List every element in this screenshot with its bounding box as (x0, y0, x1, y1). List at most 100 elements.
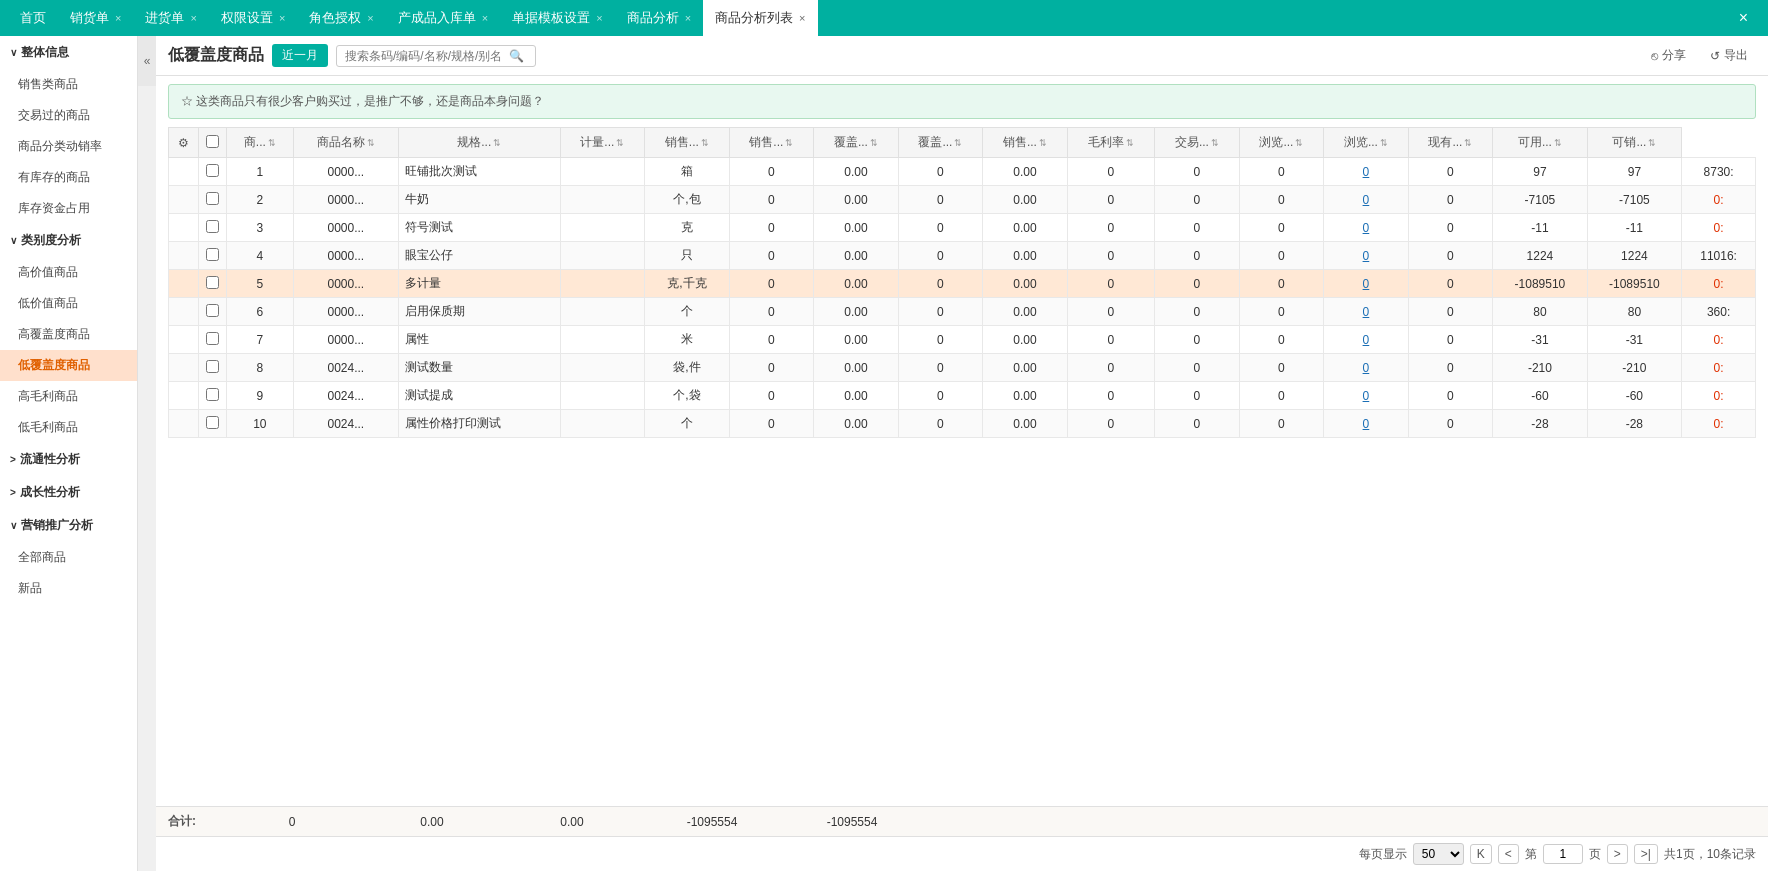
td-browse1[interactable]: 0 (1324, 186, 1409, 214)
browse-link[interactable]: 0 (1363, 277, 1370, 291)
row-checkbox[interactable] (206, 416, 219, 429)
td-browse1[interactable]: 0 (1324, 326, 1409, 354)
current-page-input[interactable] (1543, 844, 1583, 864)
sort-icon[interactable]: ⇅ (1295, 138, 1303, 148)
sidebar-item-high-coverage[interactable]: 高覆盖度商品 (0, 319, 137, 350)
close-icon[interactable]: × (190, 12, 196, 24)
td-browse1[interactable]: 0 (1324, 242, 1409, 270)
sort-icon[interactable]: ⇅ (701, 138, 709, 148)
td-checkbox[interactable] (199, 326, 227, 354)
td-browse1[interactable]: 0 (1324, 214, 1409, 242)
sidebar-section-overall[interactable]: ∨ 整体信息 (0, 36, 137, 69)
row-checkbox[interactable] (206, 276, 219, 289)
sidebar-item-all-goods[interactable]: 全部商品 (0, 542, 137, 573)
sort-icon[interactable]: ⇅ (616, 138, 624, 148)
row-checkbox[interactable] (206, 220, 219, 233)
td-browse1[interactable]: 0 (1324, 382, 1409, 410)
td-checkbox[interactable] (199, 410, 227, 438)
sort-icon[interactable]: ⇅ (870, 138, 878, 148)
sidebar-section-liquidity[interactable]: > 流通性分析 (0, 443, 137, 476)
sidebar-item-traded-goods[interactable]: 交易过的商品 (0, 100, 137, 131)
first-page-button[interactable]: K (1470, 844, 1492, 864)
browse-link[interactable]: 0 (1363, 221, 1370, 235)
time-filter-button[interactable]: 近一月 (272, 44, 328, 67)
close-icon[interactable]: × (799, 12, 805, 24)
sort-icon[interactable]: ⇅ (1211, 138, 1219, 148)
nav-item-sales[interactable]: 销货单 × (58, 0, 133, 36)
td-checkbox[interactable] (199, 270, 227, 298)
sidebar-collapse-button[interactable]: « (138, 36, 156, 86)
td-checkbox[interactable] (199, 298, 227, 326)
sidebar-item-stock-capital[interactable]: 库存资金占用 (0, 193, 137, 224)
export-button[interactable]: ↺ 导出 (1702, 44, 1756, 67)
td-checkbox[interactable] (199, 354, 227, 382)
search-icon[interactable]: 🔍 (509, 49, 524, 63)
window-close-button[interactable]: × (1727, 9, 1760, 27)
nav-item-home[interactable]: 首页 (8, 0, 58, 36)
browse-link[interactable]: 0 (1363, 417, 1370, 431)
th-gear[interactable]: ⚙ (169, 128, 199, 158)
td-browse1[interactable]: 0 (1324, 410, 1409, 438)
sidebar-item-low-value[interactable]: 低价值商品 (0, 288, 137, 319)
nav-item-template[interactable]: 单据模板设置 × (500, 0, 614, 36)
sort-icon[interactable]: ⇅ (1648, 138, 1656, 148)
nav-item-purchase[interactable]: 进货单 × (133, 0, 208, 36)
sort-icon[interactable]: ⇅ (1126, 138, 1134, 148)
sort-icon[interactable]: ⇅ (268, 138, 276, 148)
sort-icon[interactable]: ⇅ (1554, 138, 1562, 148)
nav-item-product-analysis[interactable]: 商品分析 × (615, 0, 703, 36)
td-browse1[interactable]: 0 (1324, 158, 1409, 186)
td-browse1[interactable]: 0 (1324, 298, 1409, 326)
td-checkbox[interactable] (199, 242, 227, 270)
th-checkbox[interactable] (199, 128, 227, 158)
sidebar-item-new-goods[interactable]: 新品 (0, 573, 137, 604)
browse-link[interactable]: 0 (1363, 165, 1370, 179)
td-checkbox[interactable] (199, 158, 227, 186)
browse-link[interactable]: 0 (1363, 193, 1370, 207)
td-browse1[interactable]: 0 (1324, 354, 1409, 382)
share-button[interactable]: ⎋ 分享 (1643, 44, 1694, 67)
prev-page-button[interactable]: < (1498, 844, 1519, 864)
browse-link[interactable]: 0 (1363, 249, 1370, 263)
sort-icon[interactable]: ⇅ (954, 138, 962, 148)
sort-icon[interactable]: ⇅ (785, 138, 793, 148)
sidebar-item-sales-goods[interactable]: 销售类商品 (0, 69, 137, 100)
td-browse1[interactable]: 0 (1324, 270, 1409, 298)
close-icon[interactable]: × (279, 12, 285, 24)
sidebar-item-in-stock-goods[interactable]: 有库存的商品 (0, 162, 137, 193)
sidebar-section-growth[interactable]: > 成长性分析 (0, 476, 137, 509)
sort-icon[interactable]: ⇅ (493, 138, 501, 148)
nav-item-permissions[interactable]: 权限设置 × (209, 0, 297, 36)
sort-icon[interactable]: ⇅ (1380, 138, 1388, 148)
select-all-checkbox[interactable] (206, 135, 219, 148)
sidebar-section-marketing[interactable]: ∨ 营销推广分析 (0, 509, 137, 542)
browse-link[interactable]: 0 (1363, 305, 1370, 319)
row-checkbox[interactable] (206, 192, 219, 205)
sort-icon[interactable]: ⇅ (367, 138, 375, 148)
per-page-select[interactable]: 50 100 200 (1413, 843, 1464, 865)
row-checkbox[interactable] (206, 332, 219, 345)
td-checkbox[interactable] (199, 382, 227, 410)
sidebar-item-high-margin[interactable]: 高毛利商品 (0, 381, 137, 412)
sidebar-item-category-turnover[interactable]: 商品分类动销率 (0, 131, 137, 162)
sidebar-item-low-margin[interactable]: 低毛利商品 (0, 412, 137, 443)
nav-item-roles[interactable]: 角色授权 × (297, 0, 385, 36)
row-checkbox[interactable] (206, 304, 219, 317)
browse-link[interactable]: 0 (1363, 333, 1370, 347)
close-icon[interactable]: × (482, 12, 488, 24)
row-checkbox[interactable] (206, 360, 219, 373)
sort-icon[interactable]: ⇅ (1464, 138, 1472, 148)
td-checkbox[interactable] (199, 186, 227, 214)
row-checkbox[interactable] (206, 164, 219, 177)
row-checkbox[interactable] (206, 248, 219, 261)
last-page-button[interactable]: >| (1634, 844, 1658, 864)
nav-item-product-analysis-list[interactable]: 商品分析列表 × (703, 0, 817, 36)
browse-link[interactable]: 0 (1363, 361, 1370, 375)
search-input[interactable] (345, 49, 505, 63)
close-icon[interactable]: × (367, 12, 373, 24)
td-checkbox[interactable] (199, 214, 227, 242)
close-icon[interactable]: × (685, 12, 691, 24)
next-page-button[interactable]: > (1607, 844, 1628, 864)
browse-link[interactable]: 0 (1363, 389, 1370, 403)
sort-icon[interactable]: ⇅ (1039, 138, 1047, 148)
